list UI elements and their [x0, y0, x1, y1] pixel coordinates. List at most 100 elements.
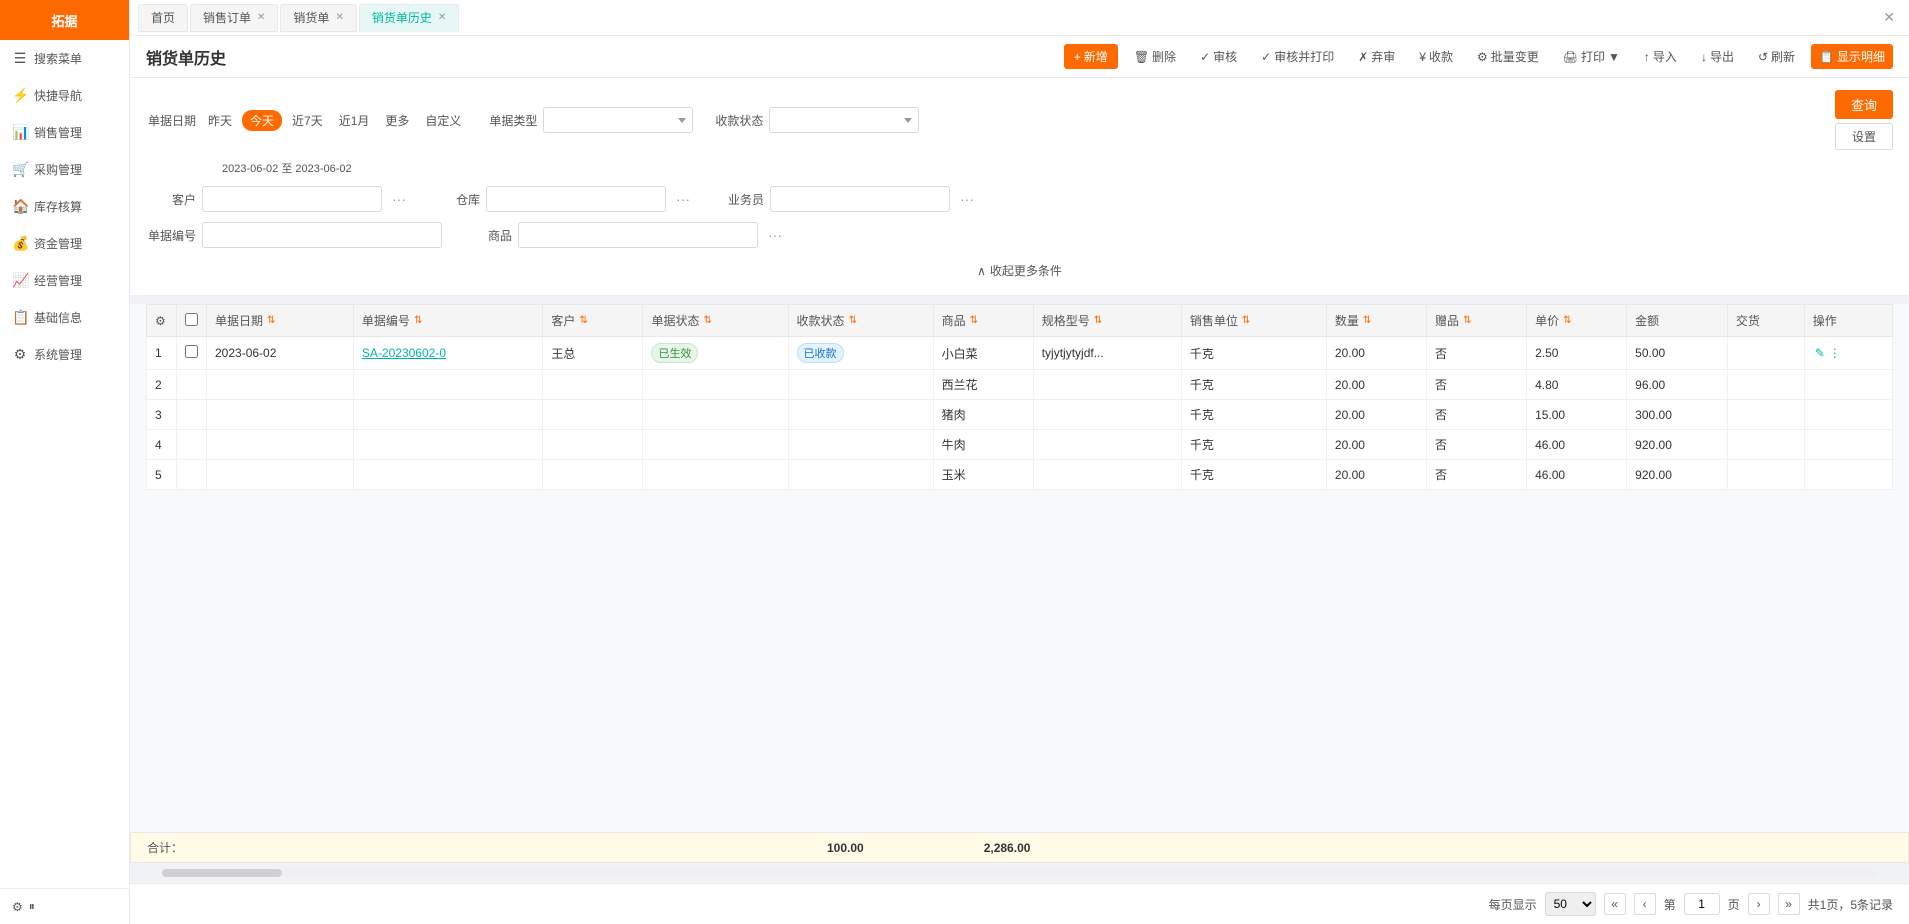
audit-button[interactable]: ✓ 审核 — [1192, 44, 1245, 69]
sidebar-bottom-settings[interactable]: ⚙ ⏸ — [0, 889, 129, 924]
first-page-btn[interactable]: « — [1604, 893, 1626, 915]
tab-home[interactable]: 首页 — [138, 4, 188, 32]
table-row: 4牛肉千克20.00否46.00920.00 — [147, 430, 1893, 460]
row-edit-btn[interactable]: ✎ — [1813, 346, 1827, 360]
next-page-btn[interactable]: › — [1748, 893, 1770, 915]
row-doc-number[interactable] — [353, 460, 542, 490]
sidebar-item-basic-info[interactable]: 📋 基础信息 — [0, 299, 129, 336]
export-button[interactable]: ↓ 导出 — [1693, 44, 1742, 69]
audit-print-button[interactable]: ✓ 审核并打印 — [1253, 44, 1342, 69]
query-button[interactable]: 查询 — [1835, 90, 1893, 119]
tab-close-all-btn[interactable]: ✕ — [1877, 7, 1901, 28]
col-customer[interactable]: 客户⇅ — [543, 305, 643, 337]
prev-page-btn[interactable]: ‹ — [1634, 893, 1656, 915]
last-page-btn[interactable]: » — [1778, 893, 1800, 915]
row-checkbox-cell — [177, 370, 207, 400]
batch-change-button[interactable]: ⚙ 批量变更 — [1469, 44, 1547, 69]
row-doc-number[interactable]: SA-20230602-0 — [353, 337, 542, 370]
select-all-checkbox[interactable] — [185, 313, 198, 326]
date-btn-1month[interactable]: 近1月 — [333, 110, 376, 131]
row-doc-number[interactable] — [353, 430, 542, 460]
content-area: 销货单历史 + 新增 🗑 删除 ✓ 审核 ✓ 审核并打印 — [130, 36, 1909, 924]
sidebar-item-purchase-mgmt[interactable]: 🛒 采购管理 — [0, 151, 129, 188]
scrollbar-track[interactable] — [162, 869, 1877, 877]
row-goods: 小白菜 — [933, 337, 1033, 370]
tab-sales-delivery-close[interactable]: ✕ — [335, 12, 343, 23]
sidebar-item-operations[interactable]: 📈 经营管理 — [0, 262, 129, 299]
page-size-select[interactable]: 20 50 100 — [1545, 892, 1596, 916]
tab-sales-order-close[interactable]: ✕ — [257, 12, 265, 23]
col-collect-status[interactable]: 收款状态⇅ — [788, 305, 933, 337]
collapse-button[interactable]: ∧ 收起更多条件 — [146, 258, 1893, 283]
warehouse-input[interactable] — [486, 186, 666, 212]
col-unit[interactable]: 销售单位⇅ — [1181, 305, 1326, 337]
row-goods: 西兰花 — [933, 370, 1033, 400]
abandon-icon: ✗ — [1358, 50, 1368, 64]
col-qty[interactable]: 数量⇅ — [1326, 305, 1426, 337]
col-spec[interactable]: 规格型号⇅ — [1033, 305, 1181, 337]
doc-type-select[interactable] — [543, 107, 693, 133]
tab-sales-history[interactable]: 销货单历史 ✕ — [359, 4, 459, 32]
col-doc-date[interactable]: 单据日期⇅ — [207, 305, 354, 337]
salesman-ellipsis-btn[interactable]: ··· — [956, 191, 978, 207]
row-doc-status — [643, 400, 788, 430]
row-more-btn[interactable]: ⋮ — [1827, 346, 1843, 360]
customer-ellipsis-btn[interactable]: ··· — [388, 191, 410, 207]
salesman-input[interactable] — [770, 186, 950, 212]
main-area: 首页 销售订单 ✕ 销货单 ✕ 销货单历史 ✕ ✕ 销货单历史 + 新增 — [130, 0, 1909, 924]
col-doc-number[interactable]: 单据编号⇅ — [353, 305, 542, 337]
abandon-button[interactable]: ✗ 弃审 — [1350, 44, 1403, 69]
delete-button[interactable]: 🗑 删除 — [1126, 44, 1184, 69]
sidebar-item-search-menu[interactable]: ☰ 搜索菜单 — [0, 40, 129, 77]
row-unit: 千克 — [1181, 337, 1326, 370]
show-detail-button[interactable]: 📋 显示明细 — [1811, 44, 1893, 69]
row-doc-number[interactable] — [353, 400, 542, 430]
row-checkbox[interactable] — [185, 345, 198, 358]
filter-row-date-range: 2023-06-02 至 2023-06-02 — [146, 160, 1893, 176]
date-btn-7days[interactable]: 近7天 — [286, 110, 329, 131]
sidebar-item-system-mgmt[interactable]: ⚙ 系统管理 — [0, 336, 129, 373]
add-button[interactable]: + 新增 — [1064, 44, 1118, 69]
date-btn-yesterday[interactable]: 昨天 — [202, 110, 238, 131]
doc-number-input[interactable] — [202, 222, 442, 248]
search-menu-icon: ☰ — [12, 50, 28, 67]
collect-status-select[interactable] — [769, 107, 919, 133]
col-gift[interactable]: 赠品⇅ — [1426, 305, 1526, 337]
row-actions — [1804, 400, 1892, 430]
total-amount: 2,286.00 — [984, 841, 1031, 855]
doc-type-label: 单据类型 — [487, 112, 537, 129]
row-doc-number[interactable] — [353, 370, 542, 400]
date-btn-more[interactable]: 更多 — [379, 110, 415, 131]
sidebar-item-finance[interactable]: 💰 资金管理 — [0, 225, 129, 262]
row-unit: 千克 — [1181, 400, 1326, 430]
tab-sales-order[interactable]: 销售订单 ✕ — [190, 4, 278, 32]
sales-icon: 📊 — [12, 124, 28, 141]
col-settings[interactable]: ⚙ — [147, 305, 177, 337]
sidebar-item-inventory[interactable]: 🏠 库存核算 — [0, 188, 129, 225]
customer-input[interactable] — [202, 186, 382, 212]
goods-input[interactable] — [518, 222, 758, 248]
col-price[interactable]: 单价⇅ — [1527, 305, 1627, 337]
goods-ellipsis-btn[interactable]: ··· — [764, 227, 786, 243]
row-num: 4 — [147, 430, 177, 460]
tab-sales-history-close[interactable]: ✕ — [438, 12, 446, 23]
row-customer — [543, 460, 643, 490]
collect-button[interactable]: ¥ 收款 — [1411, 44, 1461, 69]
row-goods: 牛肉 — [933, 430, 1033, 460]
scrollbar-thumb[interactable] — [162, 869, 282, 877]
warehouse-ellipsis-btn[interactable]: ··· — [672, 191, 694, 207]
col-goods[interactable]: 商品⇅ — [933, 305, 1033, 337]
sidebar-item-quick-nav[interactable]: ⚡ 快捷导航 — [0, 77, 129, 114]
sidebar-item-sales-mgmt[interactable]: 📊 销售管理 — [0, 114, 129, 151]
page-number-input[interactable] — [1684, 893, 1720, 915]
row-transaction — [1727, 370, 1804, 400]
col-doc-status[interactable]: 单据状态⇅ — [643, 305, 788, 337]
date-btn-today[interactable]: 今天 — [242, 110, 282, 131]
refresh-button[interactable]: ↺ 刷新 — [1750, 44, 1803, 69]
set-button[interactable]: 设置 — [1835, 123, 1893, 150]
print-button[interactable]: 🖨 打印 ▼ — [1555, 44, 1628, 69]
date-btn-custom[interactable]: 自定义 — [419, 110, 467, 131]
import-button[interactable]: ↑ 导入 — [1636, 44, 1685, 69]
tab-sales-history-label: 销货单历史 — [372, 9, 432, 26]
tab-sales-delivery[interactable]: 销货单 ✕ — [280, 4, 356, 32]
